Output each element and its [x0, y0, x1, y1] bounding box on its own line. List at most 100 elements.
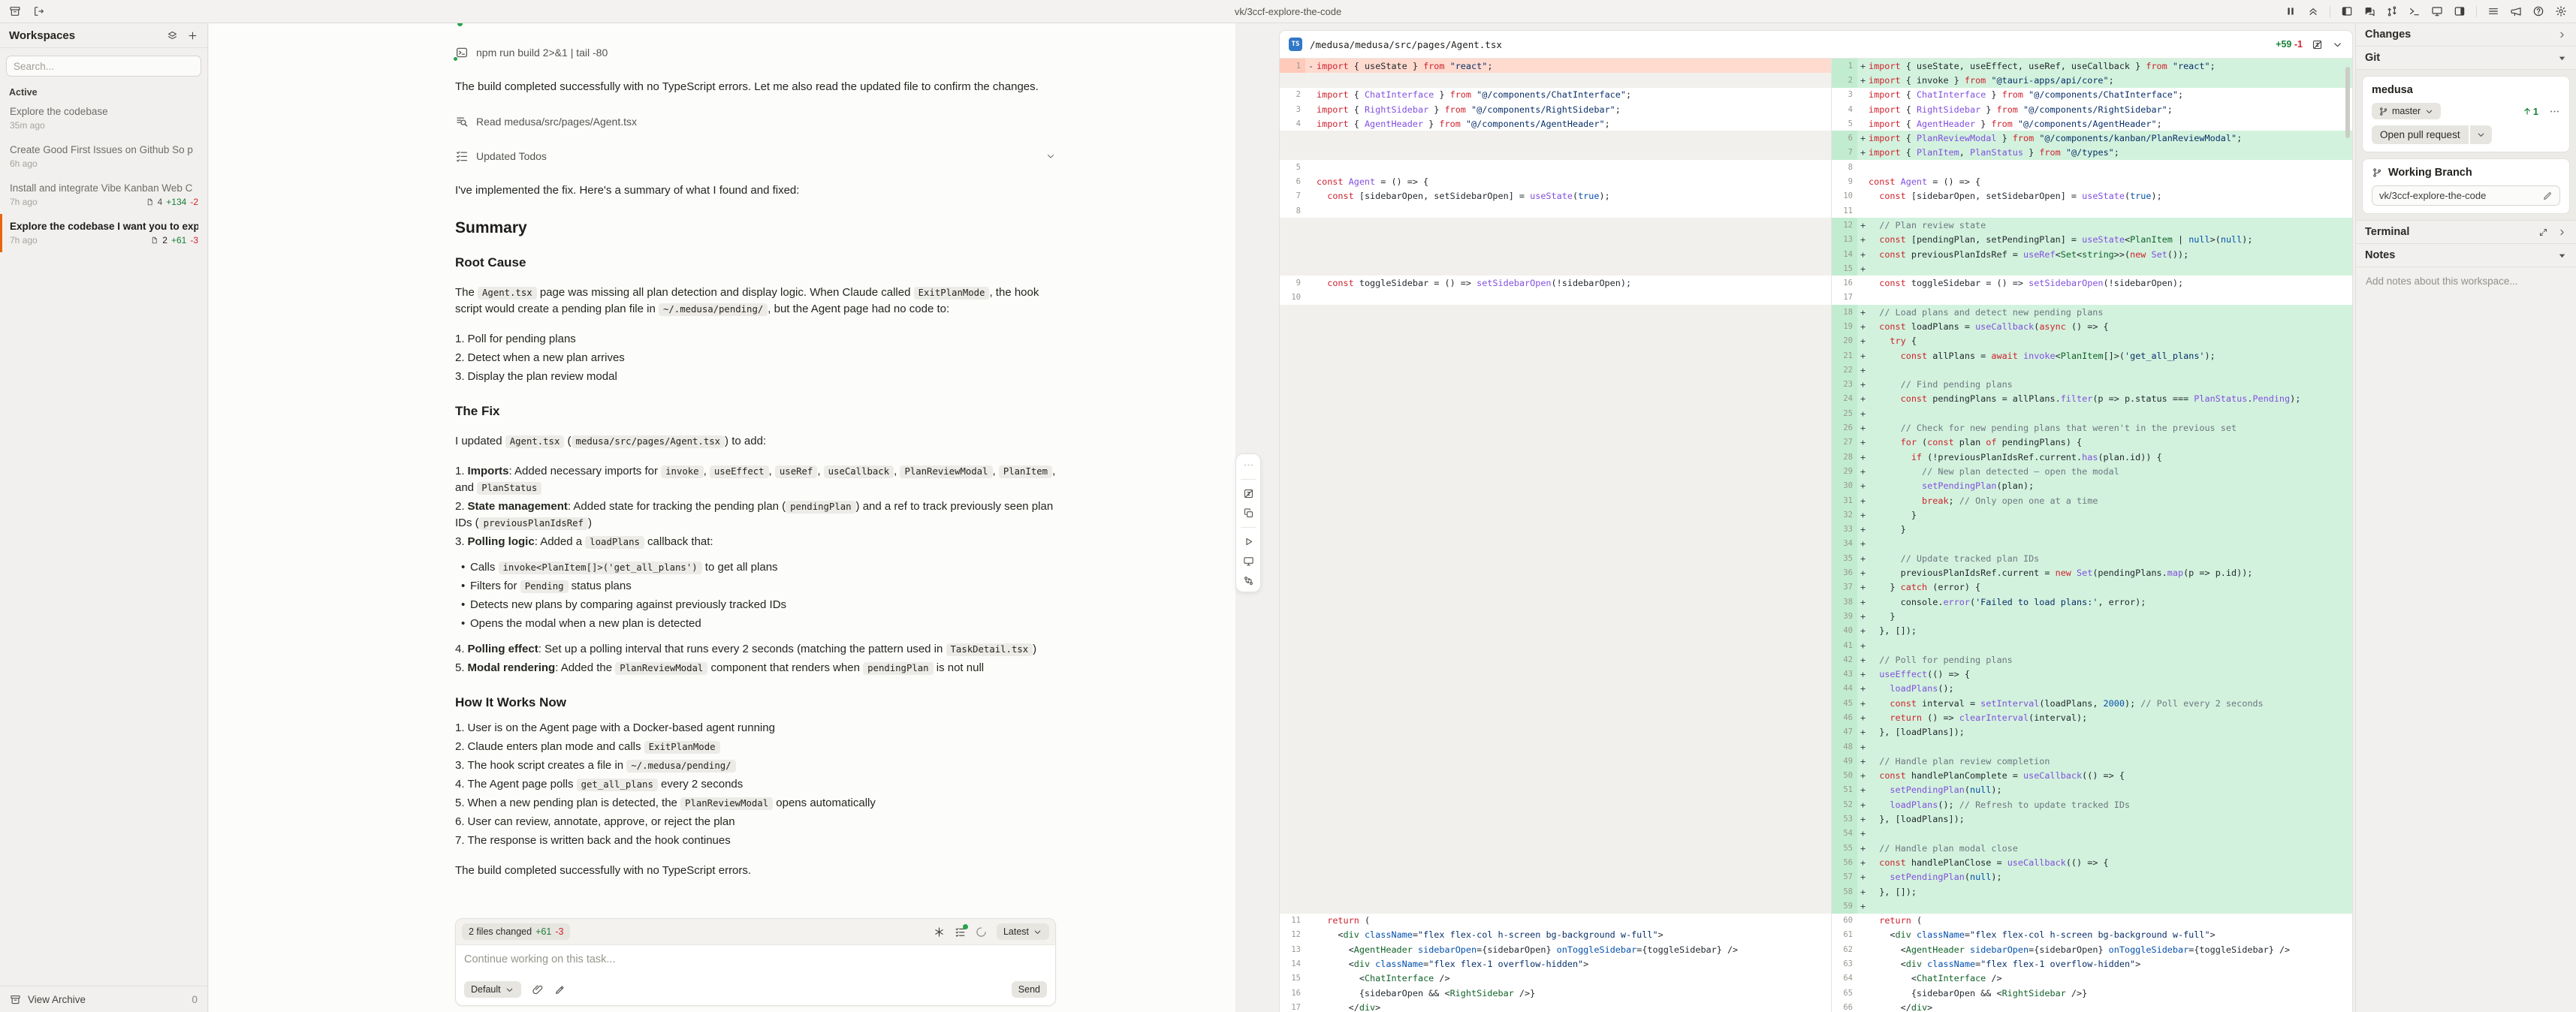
terminal-section-header[interactable]: Terminal	[2356, 221, 2576, 244]
diff-left-cell	[1280, 812, 1831, 826]
copy-icon[interactable]	[1243, 508, 1254, 519]
working-branch-field[interactable]	[2372, 185, 2560, 206]
monitor-icon[interactable]	[2431, 5, 2443, 17]
line-number	[1280, 363, 1305, 377]
line-number	[1280, 551, 1305, 565]
layers-icon[interactable]	[167, 30, 178, 41]
workspace-item[interactable]: Explore the codebase35m ago	[0, 99, 207, 137]
git-section-header[interactable]: Git	[2356, 47, 2576, 70]
zap-square-icon[interactable]	[1243, 488, 1254, 499]
notes-input[interactable]: Add notes about this workspace...	[2356, 267, 2576, 295]
changes-section-header[interactable]: Changes	[2356, 23, 2576, 47]
line-number: 59	[1832, 899, 1857, 913]
diff-right-cell: 12+ // Plan review state	[1831, 218, 2352, 232]
diff-scrollbar[interactable]	[2345, 67, 2350, 138]
diff-row: 51+ setPendingPlan(null);	[1280, 783, 2352, 797]
line-number: 64	[1832, 971, 1857, 986]
whitespace-toggle-icon[interactable]	[2312, 39, 2323, 50]
spinner-icon	[976, 926, 987, 938]
diff-row: 1017	[1280, 291, 2352, 305]
diff-file-header[interactable]: TS /medusa/medusa/src/pages/Agent.tsx +5…	[1280, 31, 2352, 59]
repo-more-button[interactable]	[2549, 106, 2560, 117]
attach-button[interactable]	[532, 983, 544, 995]
diff-sign: +	[1857, 597, 1869, 607]
send-button[interactable]: Send	[1012, 981, 1047, 998]
diff-sign: +	[1857, 365, 1869, 375]
workspace-item[interactable]: Install and integrate Vibe Kanban Web C7…	[0, 176, 207, 214]
diff-left-cell	[1280, 855, 1831, 869]
workspace-item[interactable]: Explore the codebase I want you to exp7h…	[0, 214, 207, 252]
diff-right-cell: 3import { ChatInterface } from "@/compon…	[1831, 88, 2352, 102]
help-icon[interactable]	[2532, 5, 2544, 17]
diff-left-cell	[1280, 884, 1831, 899]
diff-left-cell: 3import { RightSidebar } from "@/compone…	[1280, 102, 1831, 116]
diff-sign: +	[1857, 712, 1869, 723]
diff-right-cell: 15+	[1831, 261, 2352, 276]
message-input[interactable]	[464, 953, 1047, 979]
panel-left-icon[interactable]	[2341, 5, 2353, 17]
tool-call-row[interactable]: npm run build 2>&1 | tail -80	[455, 44, 1056, 61]
line-number: 9	[1280, 276, 1305, 290]
inline-code: ~/.medusa/pending/	[626, 760, 735, 773]
terminal-label: Terminal	[2365, 226, 2409, 238]
play-icon[interactable]	[1243, 536, 1254, 547]
gear-icon[interactable]	[2555, 5, 2567, 17]
chevron-right-icon	[2557, 30, 2567, 40]
diff-row: 6const Agent = () => {9const Agent = () …	[1280, 174, 2352, 188]
megaphone-icon[interactable]	[2510, 5, 2522, 17]
pause-icon[interactable]	[2285, 5, 2297, 17]
list-item: 5.Modal rendering: Added the PlanReviewM…	[455, 660, 1056, 676]
sparkle-icon[interactable]	[934, 926, 945, 938]
expand-icon[interactable]	[2538, 227, 2548, 237]
menu-icon[interactable]	[2487, 5, 2499, 17]
git-pr-icon[interactable]	[2386, 5, 2398, 17]
tool-call-row[interactable]: Updated Todos	[455, 148, 1056, 164]
todo-status-icon[interactable]	[955, 926, 966, 938]
chevrons-up-icon[interactable]	[2307, 5, 2319, 17]
chat-transcript: npm run build 2>&1 | tail -80The build c…	[455, 23, 1056, 879]
lines-removed: -3	[555, 926, 563, 937]
search-input[interactable]	[6, 56, 201, 77]
diff-right-cell: 47+ }, [loadPlans]);	[1831, 725, 2352, 739]
monitor-icon[interactable]	[1243, 556, 1254, 567]
pr-options-button[interactable]	[2470, 125, 2492, 144]
branch-selector[interactable]: master	[2372, 103, 2441, 119]
workspace-item-title: Create Good First Issues on Github So p	[10, 144, 198, 155]
pencil-icon[interactable]	[2542, 191, 2553, 201]
notes-section-header[interactable]: Notes	[2356, 244, 2576, 267]
working-branch-input[interactable]	[2379, 190, 2542, 201]
latest-dropdown[interactable]: Latest	[997, 923, 1049, 940]
line-number	[1280, 420, 1305, 435]
files-changed-badge[interactable]: 2 files changed +61 -3	[462, 923, 570, 940]
chevron-down-icon[interactable]	[1045, 151, 1056, 161]
mode-dropdown[interactable]: Default	[464, 981, 521, 998]
bold-text: State management	[468, 500, 568, 513]
view-archive-button[interactable]: View Archive 0	[0, 986, 207, 1012]
inline-code: TaskDetail.tsx	[946, 643, 1033, 656]
panel-right-icon[interactable]	[2454, 5, 2466, 17]
status-dot	[457, 23, 463, 26]
diff-left-cell: 10	[1280, 291, 1831, 305]
line-number	[1280, 261, 1305, 276]
git-compare-icon[interactable]	[1243, 575, 1254, 586]
collapse-file-icon[interactable]	[2332, 39, 2343, 50]
tool-call-row[interactable]: Read medusa/src/pages/Agent.tsx	[455, 113, 1056, 130]
workspace-item-time: 6h ago	[10, 158, 38, 169]
terminal-prompt-icon[interactable]	[2409, 5, 2421, 17]
open-pull-request-button[interactable]: Open pull request	[2372, 125, 2469, 144]
dots-icon[interactable]	[1243, 459, 1254, 471]
archive-icon[interactable]	[9, 5, 21, 17]
messages-icon[interactable]	[2363, 5, 2375, 17]
diff-left-cell	[1280, 739, 1831, 754]
line-number	[1280, 783, 1305, 797]
annotate-button[interactable]	[554, 983, 566, 995]
diff-sign: +	[1857, 770, 1869, 781]
panel-collapse-icon[interactable]	[33, 5, 45, 17]
diff-left-cell	[1280, 710, 1831, 724]
line-number: 41	[1832, 638, 1857, 652]
workspace-item[interactable]: Create Good First Issues on Github So p 6…	[0, 137, 207, 176]
diff-right-cell: 54+	[1831, 827, 2352, 841]
diff-left-cell	[1280, 435, 1831, 450]
new-workspace-button[interactable]	[187, 30, 198, 41]
diff-sign: +	[1857, 147, 1869, 158]
